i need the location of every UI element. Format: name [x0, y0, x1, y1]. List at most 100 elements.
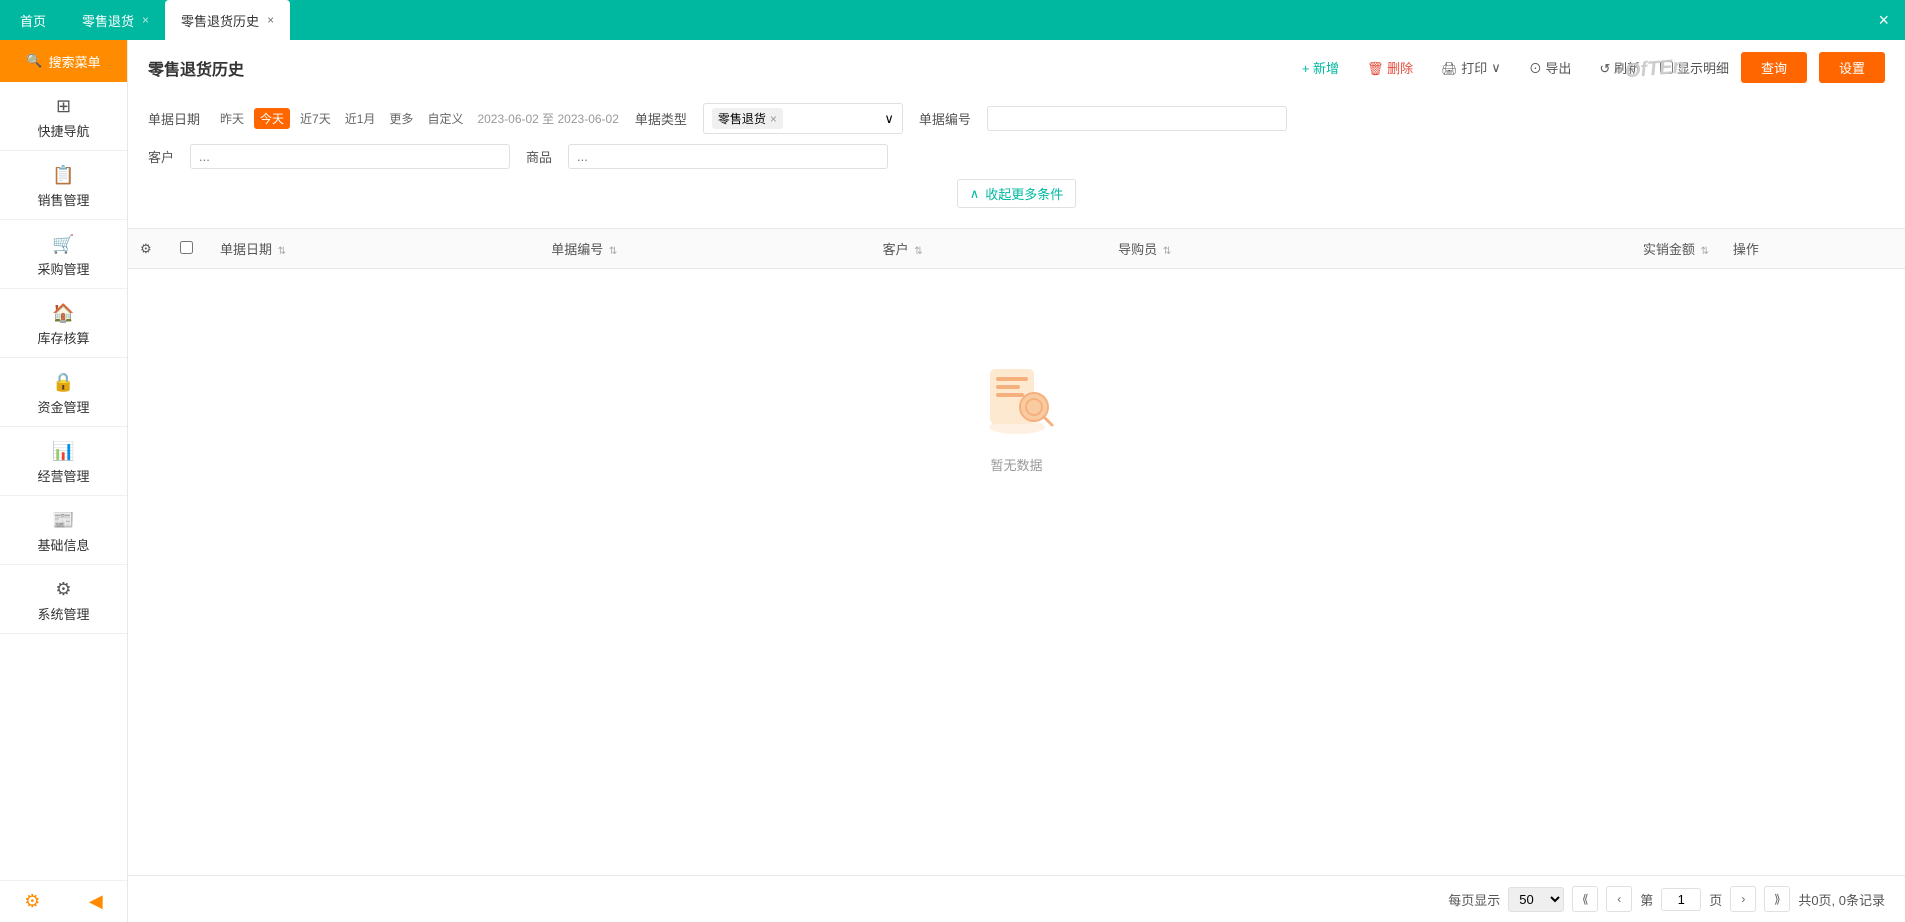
- th-customer[interactable]: 客户 ⇅: [871, 229, 1107, 269]
- sidebar-item-operations[interactable]: 📊 经营管理: [0, 427, 127, 496]
- operations-icon: 📊: [52, 441, 74, 462]
- sidebar-item-label: 资金管理: [37, 397, 89, 416]
- collapse-filter-button[interactable]: ∧ 收起更多条件: [957, 179, 1077, 208]
- customer-input[interactable]: [190, 144, 510, 169]
- date-btn-yesterday[interactable]: 昨天: [216, 108, 248, 129]
- inventory-icon: 🏠: [52, 303, 74, 324]
- tab-retail-return-history[interactable]: 零售退货历史 ×: [165, 0, 290, 40]
- th-amount[interactable]: 实销金额 ⇅: [1390, 229, 1721, 269]
- purchase-icon: 🛒: [52, 234, 74, 255]
- sidebar-item-label: 系统管理: [37, 604, 89, 623]
- date-label: 单据日期: [148, 109, 200, 128]
- sort-icon-guide: ⇅: [1163, 246, 1171, 257]
- export-button[interactable]: ⊙ 导出: [1521, 54, 1580, 81]
- tab-home[interactable]: 首页: [0, 0, 66, 40]
- collapse-sidebar-icon[interactable]: ◀: [89, 891, 103, 912]
- sidebar-item-inventory[interactable]: 🏠 库存核算: [0, 289, 127, 358]
- delete-button[interactable]: 🗑 删除: [1359, 54, 1421, 81]
- doc-number-label: 单据编号: [919, 109, 971, 128]
- sidebar-search-label: 搜索菜单: [49, 52, 101, 71]
- quick-nav-icon: ⊞: [56, 96, 71, 117]
- doc-number-input[interactable]: [987, 106, 1287, 131]
- next-page-button[interactable]: ›: [1730, 886, 1756, 912]
- th-doc-date[interactable]: 单据日期 ⇅: [208, 229, 539, 269]
- doc-type-label: 单据类型: [635, 109, 687, 128]
- th-checkbox[interactable]: [168, 229, 208, 269]
- base-info-icon: 📰: [52, 510, 74, 531]
- tab-retail-return[interactable]: 零售退货 ×: [66, 0, 165, 40]
- page-size-select[interactable]: 20 50 100: [1508, 887, 1564, 912]
- sidebar-item-sales-mgmt[interactable]: 📋 销售管理: [0, 151, 127, 220]
- page-label: 第: [1640, 890, 1653, 909]
- date-btn-1month[interactable]: 近1月: [341, 108, 380, 129]
- sidebar-item-finance[interactable]: 🔒 资金管理: [0, 358, 127, 427]
- sort-icon-amount: ⇅: [1701, 246, 1709, 257]
- page-header: 零售退货历史 + 新增 🗑 删除 🖨 打印 ∨ ⊙ 导出 ↺ 刷新 显示明细 查…: [128, 40, 1905, 229]
- tab-retail-return-close[interactable]: ×: [142, 13, 149, 27]
- sidebar: 🔍 搜索菜单 ⊞ 快捷导航 📋 销售管理 🛒 采购管理 🏠 库存核算 🔒 资金管…: [0, 40, 128, 922]
- window-close-button[interactable]: ×: [1878, 10, 1889, 31]
- sales-icon: 📋: [52, 165, 74, 186]
- th-action: 操作: [1721, 229, 1905, 269]
- doc-type-tag-close[interactable]: ×: [770, 112, 777, 126]
- table-container: ⚙ 单据日期 ⇅ 单据编号 ⇅ 客户 ⇅: [128, 229, 1905, 875]
- sidebar-bottom: ⚙ ◀: [0, 880, 127, 922]
- first-page-button[interactable]: ⟪: [1572, 886, 1598, 912]
- search-icon: 🔍: [26, 53, 42, 69]
- finance-icon: 🔒: [52, 372, 74, 393]
- sidebar-item-label: 基础信息: [37, 535, 89, 554]
- total-info: 共0页, 0条记录: [1798, 890, 1885, 909]
- print-chevron-icon: ∨: [1491, 60, 1501, 76]
- select-all-checkbox[interactable]: [180, 241, 193, 254]
- customer-label: 客户: [148, 147, 174, 166]
- data-table: ⚙ 单据日期 ⇅ 单据编号 ⇅ 客户 ⇅: [128, 229, 1905, 269]
- sidebar-item-label: 销售管理: [37, 190, 89, 209]
- prev-page-button[interactable]: ‹: [1606, 886, 1632, 912]
- sort-icon-doc-date: ⇅: [278, 246, 286, 257]
- th-guide[interactable]: 导购员 ⇅: [1106, 229, 1389, 269]
- tab-retail-return-history-close[interactable]: ×: [267, 13, 274, 27]
- goods-label: 商品: [526, 147, 552, 166]
- toolbar: + 新增 🗑 删除 🖨 打印 ∨ ⊙ 导出 ↺ 刷新 显示明细 查询 设置: [1294, 52, 1885, 83]
- refresh-button[interactable]: ↺ 刷新: [1591, 54, 1648, 81]
- page-of-label: 页: [1709, 890, 1722, 909]
- sort-icon-doc-number: ⇅: [609, 246, 617, 257]
- sidebar-item-label: 快捷导航: [37, 121, 89, 140]
- empty-icon: [972, 349, 1062, 439]
- show-detail-checkbox[interactable]: [1660, 61, 1673, 74]
- empty-text: 暂无数据: [990, 455, 1042, 474]
- settings-bottom-icon[interactable]: ⚙: [24, 891, 40, 912]
- system-icon: ⚙: [55, 579, 71, 600]
- show-detail-label[interactable]: 显示明细: [1660, 58, 1729, 77]
- date-btn-more[interactable]: 更多: [385, 108, 417, 129]
- sidebar-item-purchase-mgmt[interactable]: 🛒 采购管理: [0, 220, 127, 289]
- date-shortcuts: 昨天 今天 近7天 近1月 更多 自定义 2023-06-02 至 2023-0…: [216, 108, 619, 129]
- th-doc-number[interactable]: 单据编号 ⇅: [539, 229, 870, 269]
- settings-button[interactable]: 设置: [1819, 52, 1885, 83]
- date-btn-7days[interactable]: 近7天: [296, 108, 335, 129]
- query-button[interactable]: 查询: [1741, 52, 1807, 83]
- content-area: 零售退货历史 + 新增 🗑 删除 🖨 打印 ∨ ⊙ 导出 ↺ 刷新 显示明细 查…: [128, 40, 1905, 922]
- doc-type-tag: 零售退货 ×: [712, 108, 783, 129]
- top-tab-bar: 首页 零售退货 × 零售退货历史 × ×: [0, 0, 1905, 40]
- sidebar-item-quick-nav[interactable]: ⊞ 快捷导航: [0, 82, 127, 151]
- collapse-icon: ∧: [970, 186, 980, 202]
- sidebar-search[interactable]: 🔍 搜索菜单: [0, 40, 127, 82]
- date-btn-today[interactable]: 今天: [254, 108, 290, 129]
- doc-type-chevron-icon: ∨: [884, 111, 894, 127]
- sidebar-item-label: 经营管理: [37, 466, 89, 485]
- page-title: 零售退货历史: [148, 56, 244, 80]
- date-btn-custom[interactable]: 自定义: [423, 108, 467, 129]
- new-button[interactable]: + 新增: [1294, 54, 1347, 81]
- sidebar-item-base-info[interactable]: 📰 基础信息: [0, 496, 127, 565]
- sidebar-item-label: 库存核算: [37, 328, 89, 347]
- doc-type-select[interactable]: 零售退货 × ∨: [703, 103, 903, 134]
- pagination-bar: 每页显示 20 50 100 ⟪ ‹ 第 页 › ⟫ 共0页, 0条记录: [128, 875, 1905, 922]
- filter-area: 单据日期 昨天 今天 近7天 近1月 更多 自定义 2023-06-02 至 2…: [148, 93, 1885, 218]
- sidebar-item-system-mgmt[interactable]: ⚙ 系统管理: [0, 565, 127, 634]
- goods-input[interactable]: [568, 144, 888, 169]
- last-page-button[interactable]: ⟫: [1764, 886, 1790, 912]
- page-number-input[interactable]: [1661, 888, 1701, 911]
- th-setting[interactable]: ⚙: [128, 229, 168, 269]
- print-button[interactable]: 🖨 打印 ∨: [1433, 54, 1509, 81]
